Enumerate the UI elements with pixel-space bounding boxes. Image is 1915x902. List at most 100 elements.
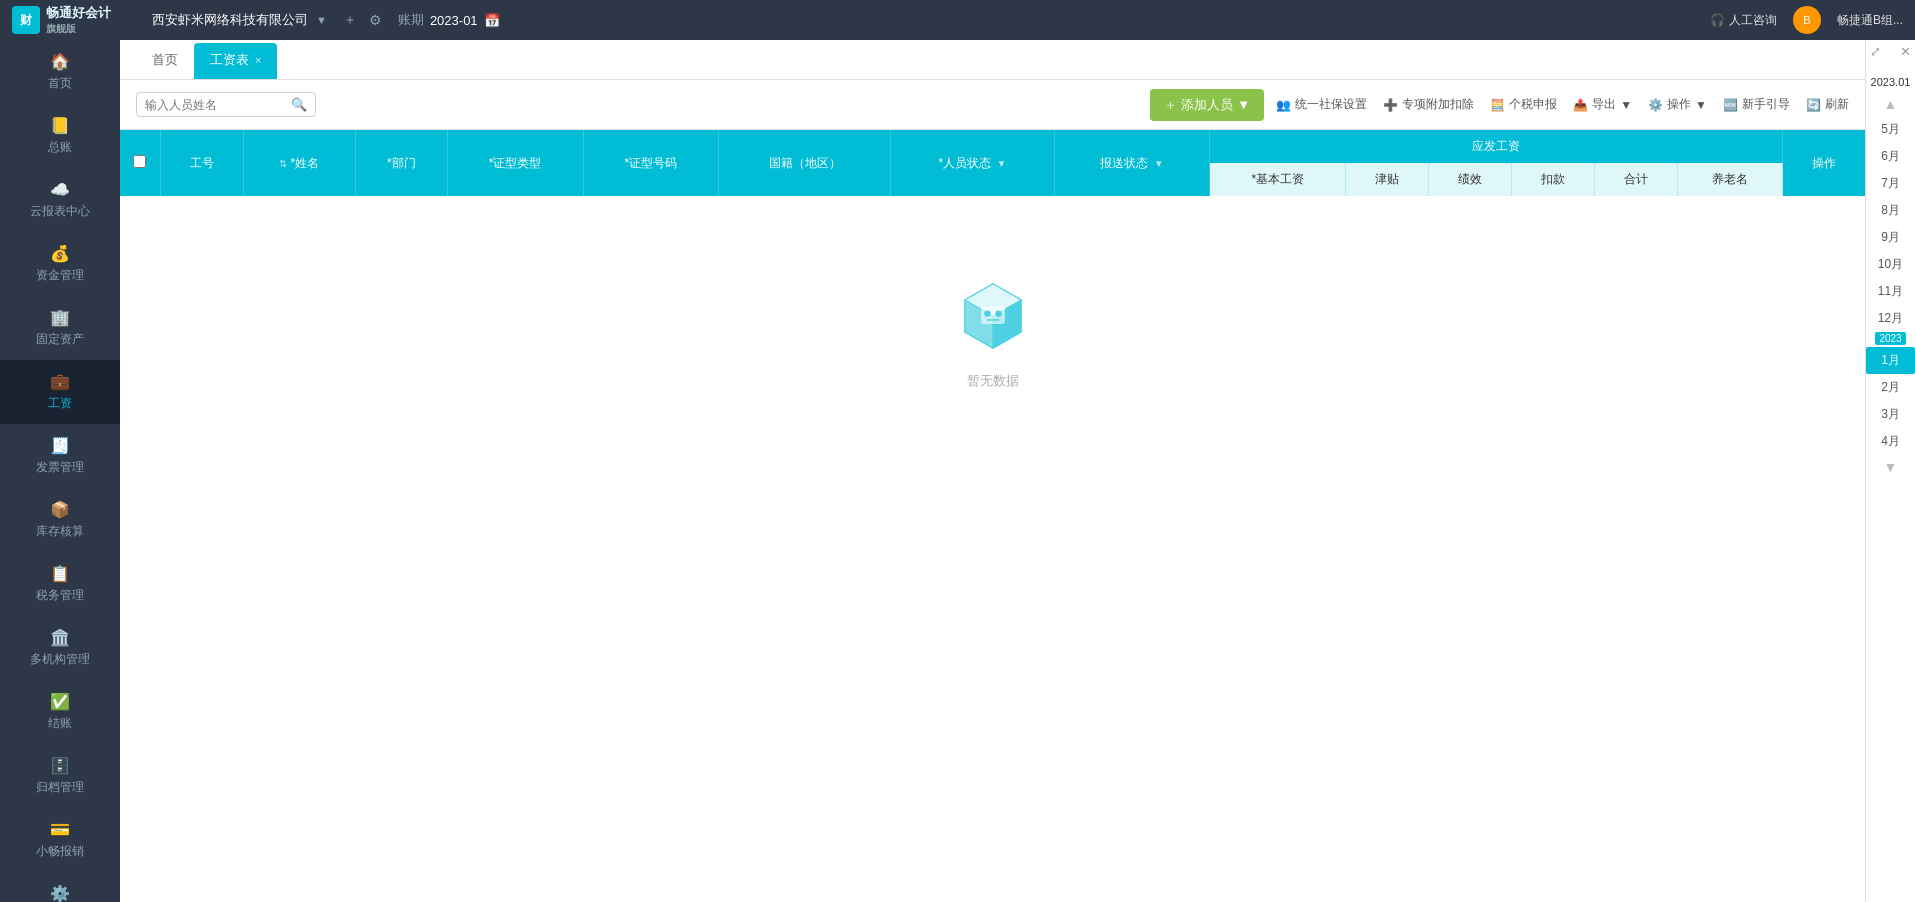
sidebar-item-invoice[interactable]: 🧾 发票管理 bbox=[0, 424, 120, 488]
add-company-btn[interactable]: ＋ bbox=[343, 11, 357, 29]
month-item-1[interactable]: 1月 bbox=[1866, 347, 1915, 374]
refresh-btn[interactable]: 🔄 刷新 bbox=[1806, 96, 1849, 113]
year-badge: 2023 bbox=[1875, 332, 1905, 345]
settings-icon[interactable]: ⚙ bbox=[369, 12, 382, 28]
user-name[interactable]: 畅捷通B组... bbox=[1837, 12, 1903, 29]
fixed-icon: 🏢 bbox=[50, 308, 70, 327]
panel-expand-btn[interactable]: ⤢ bbox=[1870, 44, 1881, 59]
operate-label: 操作 bbox=[1667, 96, 1691, 113]
add-btn-label: 添加人员 bbox=[1181, 96, 1233, 114]
month-item-3[interactable]: 3月 bbox=[1866, 401, 1915, 428]
user-avatar: B bbox=[1793, 6, 1821, 34]
month-item-10[interactable]: 10月 bbox=[1866, 251, 1915, 278]
sidebar-item-settle[interactable]: ✅ 结账 bbox=[0, 680, 120, 744]
search-input[interactable] bbox=[145, 98, 285, 112]
empty-cube-icon bbox=[953, 276, 1033, 356]
add-person-button[interactable]: ＋ 添加人员 ▼ bbox=[1150, 89, 1264, 121]
svg-point-6 bbox=[995, 310, 1001, 316]
sidebar-item-inventory[interactable]: 📦 库存核算 bbox=[0, 488, 120, 552]
month-item-7[interactable]: 7月 bbox=[1866, 170, 1915, 197]
tab-salary-close[interactable]: × bbox=[255, 54, 261, 66]
sidebar-item-multi[interactable]: 🏛️ 多机构管理 bbox=[0, 616, 120, 680]
settle-icon: ✅ bbox=[50, 692, 70, 711]
header-name: ⇅ *姓名 bbox=[243, 130, 356, 196]
search-box[interactable]: 🔍 bbox=[136, 92, 316, 117]
sidebar-label-capital: 资金管理 bbox=[36, 267, 84, 284]
operate-btn[interactable]: ⚙️ 操作 ▼ bbox=[1648, 96, 1707, 113]
special-deduct-btn[interactable]: ➕ 专项附加扣除 bbox=[1383, 96, 1474, 113]
month-item-2[interactable]: 2月 bbox=[1866, 374, 1915, 401]
salary-table: 工号 ⇅ *姓名 *部门 *证型类型 *证型号码 国籍（地区） *人员状态 ▼ … bbox=[120, 130, 1865, 470]
tax-icon: 📋 bbox=[50, 564, 70, 583]
sidebar-item-archive[interactable]: 🗄️ 归档管理 bbox=[0, 744, 120, 808]
period-info: 账期 2023-01 📅 bbox=[398, 11, 500, 29]
header-actions: ＋ ⚙ bbox=[343, 11, 382, 29]
home-icon: 🏠 bbox=[50, 52, 70, 71]
empty-text: 暂无数据 bbox=[967, 372, 1019, 390]
table-header-row: 工号 ⇅ *姓名 *部门 *证型类型 *证型号码 国籍（地区） *人员状态 ▼ … bbox=[120, 130, 1865, 163]
company-dropdown-arrow[interactable]: ▼ bbox=[316, 14, 327, 26]
header-total: 合计 bbox=[1595, 163, 1678, 196]
sidebar-item-cloud[interactable]: ☁️ 云报表中心 bbox=[0, 168, 120, 232]
header-nationality: 国籍（地区） bbox=[719, 130, 891, 196]
social-label: 统一社保设置 bbox=[1295, 96, 1367, 113]
logo-subtitle: 旗舰版 bbox=[46, 22, 111, 36]
sidebar-label-home: 首页 bbox=[48, 75, 72, 92]
month-item-9[interactable]: 9月 bbox=[1866, 224, 1915, 251]
sidebar-label-cloud: 云报表中心 bbox=[30, 203, 90, 220]
tab-home-label: 首页 bbox=[152, 52, 178, 67]
company-name[interactable]: 西安虾米网络科技有限公司 bbox=[152, 11, 308, 29]
sidebar-item-home[interactable]: 🏠 首页 bbox=[0, 40, 120, 104]
header-allowance: 津贴 bbox=[1346, 163, 1429, 196]
month-item-4[interactable]: 4月 bbox=[1866, 428, 1915, 455]
tab-salary[interactable]: 工资表 × bbox=[194, 43, 277, 79]
month-item-6[interactable]: 6月 bbox=[1866, 143, 1915, 170]
new-guide-label: 新手引导 bbox=[1742, 96, 1790, 113]
sidebar-item-salary[interactable]: 💼 工资 bbox=[0, 360, 120, 424]
sidebar-item-tax[interactable]: 📋 税务管理 bbox=[0, 552, 120, 616]
sidebar-item-capital[interactable]: 💰 资金管理 bbox=[0, 232, 120, 296]
report-status-filter-icon[interactable]: ▼ bbox=[1154, 158, 1164, 169]
top-header: 财 畅通好会计 旗舰版 西安虾米网络科技有限公司 ▼ ＋ ⚙ 账期 2023-0… bbox=[0, 0, 1915, 40]
tax-report-btn[interactable]: 🧮 个税申报 bbox=[1490, 96, 1557, 113]
select-all-checkbox[interactable] bbox=[133, 155, 146, 168]
expense-icon: 💳 bbox=[50, 820, 70, 839]
operate-icon: ⚙️ bbox=[1648, 98, 1663, 112]
month-item-11[interactable]: 11月 bbox=[1866, 278, 1915, 305]
month-item-8[interactable]: 8月 bbox=[1866, 197, 1915, 224]
sidebar-label-tax: 税务管理 bbox=[36, 587, 84, 604]
export-btn[interactable]: 📤 导出 ▼ bbox=[1573, 96, 1632, 113]
header-pension: 养老名 bbox=[1678, 163, 1783, 196]
sidebar-item-expense[interactable]: 💳 小畅报销 bbox=[0, 808, 120, 872]
sidebar-item-ledger[interactable]: 📒 总账 bbox=[0, 104, 120, 168]
sidebar-item-fixed[interactable]: 🏢 固定资产 bbox=[0, 296, 120, 360]
sidebar-label-expense: 小畅报销 bbox=[36, 843, 84, 860]
month-item-12[interactable]: 12月 bbox=[1866, 305, 1915, 332]
deduct-label: 专项附加扣除 bbox=[1402, 96, 1474, 113]
header-checkbox-col bbox=[120, 130, 160, 196]
main-layout: 🏠 首页 📒 总账 ☁️ 云报表中心 💰 资金管理 🏢 固定资产 💼 工资 🧾 … bbox=[0, 40, 1915, 902]
tab-bar: 首页 工资表 × bbox=[120, 40, 1865, 80]
sidebar-label-ledger: 总账 bbox=[48, 139, 72, 156]
calendar-icon[interactable]: 📅 bbox=[484, 13, 500, 28]
social-settings-btn[interactable]: 👥 统一社保设置 bbox=[1276, 96, 1367, 113]
panel-close-btn[interactable]: ✕ bbox=[1900, 44, 1911, 59]
month-item-5[interactable]: 5月 bbox=[1866, 116, 1915, 143]
panel-down-arrow[interactable]: ▼ bbox=[1884, 455, 1898, 479]
period-label: 账期 bbox=[398, 11, 424, 29]
multi-icon: 🏛️ bbox=[50, 628, 70, 647]
support-button[interactable]: 🎧 人工咨询 bbox=[1710, 12, 1777, 29]
new-guide-btn[interactable]: 🆕 新手引导 bbox=[1723, 96, 1790, 113]
search-icon: 🔍 bbox=[291, 97, 307, 112]
panel-up-arrow[interactable]: ▲ bbox=[1884, 92, 1898, 116]
header-operation: 操作 bbox=[1783, 130, 1865, 196]
header-number: 工号 bbox=[160, 130, 243, 196]
period-display: 2023.01 bbox=[1866, 72, 1915, 92]
logo-icon: 财 bbox=[12, 6, 40, 34]
company-selector[interactable]: 西安虾米网络科技有限公司 ▼ bbox=[152, 11, 327, 29]
sidebar-item-settings[interactable]: ⚙️ 基础设置 bbox=[0, 872, 120, 902]
add-btn-arrow: ▼ bbox=[1237, 97, 1250, 112]
tab-home[interactable]: 首页 bbox=[136, 43, 194, 79]
name-sort-icon[interactable]: ⇅ bbox=[279, 158, 287, 169]
person-status-filter-icon[interactable]: ▼ bbox=[996, 158, 1006, 169]
